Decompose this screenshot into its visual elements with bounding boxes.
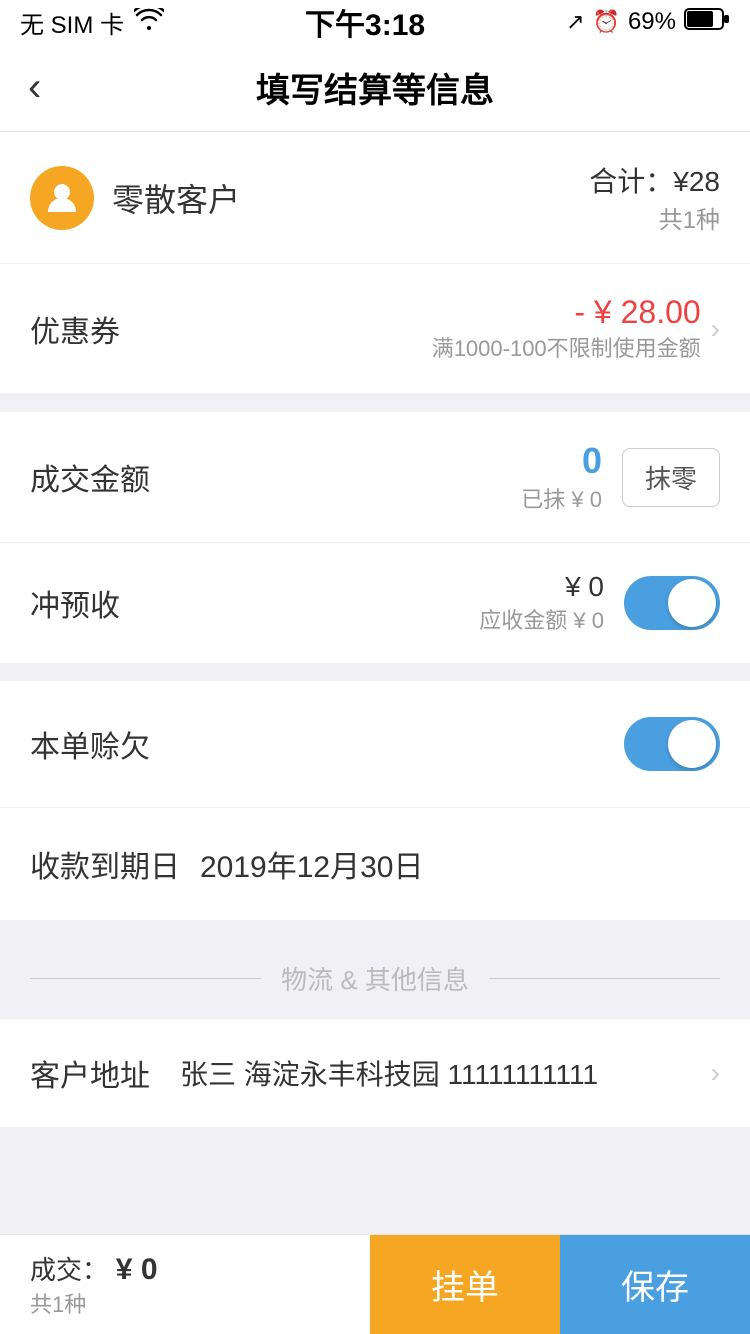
prepay-right: ¥ 0 应收金额 ¥ 0 (479, 571, 720, 635)
status-time: 下午3:18 (305, 0, 425, 44)
duedate-row: 收款到期日 2019年12月30日 (0, 808, 750, 920)
deal-amount: ¥ 0 (116, 1253, 158, 1286)
back-button[interactable]: ‹ (28, 65, 41, 110)
round-button[interactable]: 抹零 (622, 448, 720, 507)
divider-right (489, 978, 720, 979)
amount-section: 成交金额 0 已抹 ¥ 0 抹零 冲预收 ¥ 0 应收金额 ¥ 0 (0, 412, 750, 663)
debt-toggle-knob (668, 720, 716, 768)
status-bar: 无 SIM 卡 下午3:18 ↗ ⏰ 69% (0, 0, 750, 44)
address-label: 客户地址 (30, 1051, 150, 1095)
total-count: 共1种 (589, 200, 720, 235)
wifi-icon (134, 8, 164, 37)
divider-left (30, 978, 261, 979)
bottom-deal-line: 成交： ¥ 0 (30, 1250, 340, 1287)
person-icon (44, 180, 80, 216)
customer-info: 零散客户 (30, 166, 240, 230)
customer-name: 零散客户 (112, 175, 240, 221)
debt-label: 本单赊欠 (30, 722, 150, 766)
total-amount: 合计：¥28 (589, 160, 720, 200)
nav-bar: ‹ 填写结算等信息 (0, 44, 750, 132)
status-left: 无 SIM 卡 (20, 5, 164, 40)
coupon-discount: - ¥ 28.00 (432, 294, 701, 331)
customer-row: 零散客户 合计：¥28 共1种 (0, 132, 750, 263)
toggle-knob (668, 579, 716, 627)
pending-button[interactable]: 挂单 (370, 1235, 560, 1334)
logistics-label: 物流 & 其他信息 (261, 960, 489, 997)
coupon-desc: 满1000-100不限制使用金额 (432, 331, 701, 363)
amount-value-container: 0 已抹 ¥ 0 (521, 440, 602, 514)
alarm-icon: ⏰ (593, 9, 620, 35)
duedate-value: 2019年12月30日 (200, 842, 423, 886)
content-area: 零散客户 合计：¥28 共1种 优惠券 - ¥ 28.00 满1000-100不… (0, 132, 750, 1265)
battery-icon (684, 8, 730, 37)
amount-value: 0 (521, 440, 602, 482)
coupon-label: 优惠券 (30, 307, 120, 351)
prepay-amount: ¥ 0 (479, 571, 604, 603)
coupon-row[interactable]: 优惠券 - ¥ 28.00 满1000-100不限制使用金额 › (0, 263, 750, 394)
bottom-summary: 成交： ¥ 0 共1种 (0, 1250, 370, 1319)
status-right: ↗ ⏰ 69% (566, 8, 730, 37)
prepay-row: 冲预收 ¥ 0 应收金额 ¥ 0 (0, 543, 750, 663)
prepay-value-container: ¥ 0 应收金额 ¥ 0 (479, 571, 604, 635)
prepay-sub: 应收金额 ¥ 0 (479, 603, 604, 635)
address-chevron-icon: › (711, 1057, 720, 1089)
save-button[interactable]: 保存 (560, 1235, 750, 1334)
customer-card: 零散客户 合计：¥28 共1种 优惠券 - ¥ 28.00 满1000-100不… (0, 132, 750, 394)
chevron-right-icon: › (711, 313, 720, 345)
debt-toggle[interactable] (624, 717, 720, 771)
bottom-count: 共1种 (30, 1287, 340, 1319)
debt-row: 本单赊欠 (0, 681, 750, 808)
transaction-label: 成交金额 (30, 455, 150, 499)
address-row[interactable]: 客户地址 张三 海淀永丰科技园 11111111111 › (0, 1019, 750, 1127)
amount-right: 0 已抹 ¥ 0 抹零 (521, 440, 720, 514)
customer-total: 合计：¥28 共1种 (589, 160, 720, 235)
coupon-right: - ¥ 28.00 满1000-100不限制使用金额 › (432, 294, 720, 363)
logistics-divider: 物流 & 其他信息 (0, 938, 750, 1019)
address-value: 张三 海淀永丰科技园 11111111111 (180, 1053, 701, 1093)
address-section[interactable]: 客户地址 张三 海淀永丰科技园 11111111111 › (0, 1019, 750, 1127)
transaction-amount-row: 成交金额 0 已抹 ¥ 0 抹零 (0, 412, 750, 543)
prepay-label: 冲预收 (30, 581, 120, 625)
coupon-detail: - ¥ 28.00 满1000-100不限制使用金额 (432, 294, 701, 363)
carrier-text: 无 SIM 卡 (20, 5, 124, 40)
amount-sub: 已抹 ¥ 0 (521, 482, 602, 514)
bottom-bar: 成交： ¥ 0 共1种 挂单 保存 (0, 1234, 750, 1334)
location-icon: ↗ (566, 9, 584, 35)
avatar (30, 166, 94, 230)
battery-text: 69% (628, 8, 676, 36)
deal-label: 成交： (30, 1255, 108, 1285)
debt-section: 本单赊欠 收款到期日 2019年12月30日 (0, 681, 750, 920)
page-title: 填写结算等信息 (256, 63, 494, 112)
duedate-label: 收款到期日 (30, 842, 180, 886)
prepay-toggle[interactable] (624, 576, 720, 630)
